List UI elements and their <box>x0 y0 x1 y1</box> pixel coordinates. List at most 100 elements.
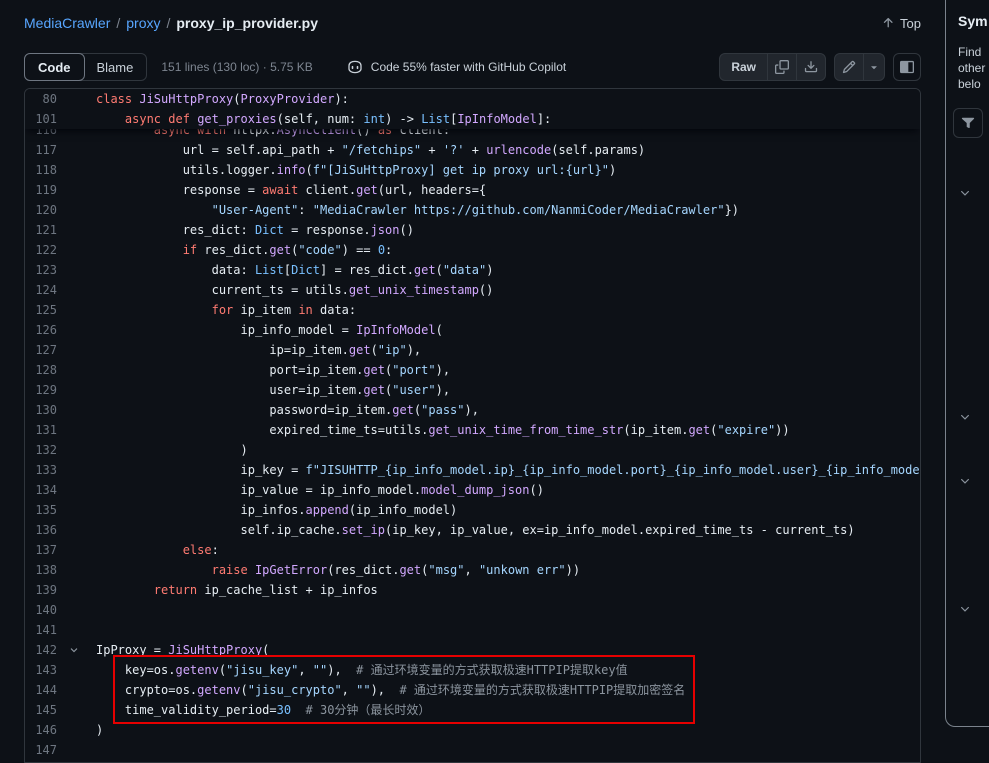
breadcrumb-dir-link[interactable]: proxy <box>126 15 160 31</box>
code-text: if res_dict.get("code") == 0: <box>96 240 920 260</box>
line-number[interactable]: 144 <box>25 680 57 700</box>
code-text: async def get_proxies(self, num: int) ->… <box>96 109 920 129</box>
symbols-filter-button[interactable] <box>953 108 983 138</box>
line-number[interactable]: 140 <box>25 600 57 620</box>
line-number[interactable]: 123 <box>25 260 57 280</box>
breadcrumb-file-name: proxy_ip_provider.py <box>176 15 318 31</box>
copilot-banner-text: Code 55% faster with GitHub Copilot <box>371 60 566 74</box>
code-text: class JiSuHttpProxy(ProxyProvider): <box>96 89 920 109</box>
code-line: 129 user=ip_item.get("user"), <box>25 380 920 400</box>
line-number[interactable]: 120 <box>25 200 57 220</box>
line-number[interactable]: 137 <box>25 540 57 560</box>
fold-spacer <box>57 500 96 520</box>
line-number[interactable]: 128 <box>25 360 57 380</box>
code-text: current_ts = utils.get_unix_timestamp() <box>96 280 920 300</box>
code-text: crypto=os.getenv("jisu_crypto", ""), # 通… <box>96 680 920 700</box>
code-line: 140 <box>25 600 920 620</box>
line-number[interactable]: 127 <box>25 340 57 360</box>
download-icon <box>804 60 818 74</box>
code-text: ) <box>96 440 920 460</box>
code-line: 131 expired_time_ts=utils.get_unix_time_… <box>25 420 920 440</box>
code-line: 146) <box>25 720 920 740</box>
line-number[interactable]: 139 <box>25 580 57 600</box>
code-text <box>96 740 920 760</box>
fold-spacer <box>57 300 96 320</box>
code-line: 138 raise IpGetError(res_dict.get("msg",… <box>25 560 920 580</box>
sticky-context-lines: 80 class JiSuHttpProxy(ProxyProvider): 101… <box>25 89 920 129</box>
line-number[interactable]: 121 <box>25 220 57 240</box>
code-text: self.ip_cache.set_ip(ip_key, ip_value, e… <box>96 520 920 540</box>
line-number[interactable]: 129 <box>25 380 57 400</box>
scroll-to-top-label: Top <box>900 16 921 31</box>
fold-spacer <box>57 360 96 380</box>
code-text: ip=ip_item.get("ip"), <box>96 340 920 360</box>
chevron-down-icon[interactable] <box>959 474 971 492</box>
line-number[interactable]: 126 <box>25 320 57 340</box>
code-line: 134 ip_value = ip_info_model.model_dump_… <box>25 480 920 500</box>
code-viewer: 80 class JiSuHttpProxy(ProxyProvider): 101… <box>24 88 921 763</box>
copy-raw-button[interactable] <box>767 53 797 81</box>
line-number[interactable]: 136 <box>25 520 57 540</box>
code-text <box>96 600 920 620</box>
line-number[interactable]: 138 <box>25 560 57 580</box>
code-line: 116 async with httpx.AsyncClient() as cl… <box>25 129 920 140</box>
line-number[interactable]: 119 <box>25 180 57 200</box>
line-number[interactable]: 116 <box>25 129 57 140</box>
code-line: 123 data: List[Dict] = res_dict.get("dat… <box>25 260 920 280</box>
line-number[interactable]: 131 <box>25 420 57 440</box>
partially-scrolled-line: 116 async with httpx.AsyncClient() as cl… <box>25 129 920 140</box>
code-line: 124 current_ts = utils.get_unix_timestam… <box>25 280 920 300</box>
chevron-down-icon[interactable] <box>959 186 971 204</box>
line-number[interactable]: 125 <box>25 300 57 320</box>
line-number[interactable]: 101 <box>25 109 57 129</box>
line-number[interactable]: 80 <box>25 89 57 109</box>
code-line: 142IpProxy = JiSuHttpProxy( <box>25 640 920 660</box>
edit-file-button[interactable] <box>834 53 864 81</box>
code-body: 116 async with httpx.AsyncClient() as cl… <box>25 129 920 760</box>
file-header-bar: MediaCrawler / proxy / proxy_ip_provider… <box>0 0 945 46</box>
line-number[interactable]: 118 <box>25 160 57 180</box>
copilot-icon <box>347 59 363 75</box>
line-number[interactable]: 117 <box>25 140 57 160</box>
github-code-view: MediaCrawler / proxy / proxy_ip_provider… <box>0 0 989 763</box>
line-number[interactable]: 146 <box>25 720 57 740</box>
line-number[interactable]: 142 <box>25 640 57 660</box>
chevron-down-icon[interactable] <box>959 602 971 620</box>
fold-spacer <box>57 129 96 140</box>
line-number[interactable]: 134 <box>25 480 57 500</box>
line-number[interactable]: 130 <box>25 400 57 420</box>
code-line: 127 ip=ip_item.get("ip"), <box>25 340 920 360</box>
line-number[interactable]: 141 <box>25 620 57 640</box>
code-line: 139 return ip_cache_list + ip_infos <box>25 580 920 600</box>
chevron-down-icon[interactable] <box>959 410 971 428</box>
code-text: ip_info_model = IpInfoModel( <box>96 320 920 340</box>
fold-spacer <box>57 720 96 740</box>
raw-button[interactable]: Raw <box>719 53 768 81</box>
line-number[interactable]: 124 <box>25 280 57 300</box>
line-number[interactable]: 132 <box>25 440 57 460</box>
breadcrumb-separator: / <box>166 15 170 31</box>
code-line: 125 for ip_item in data: <box>25 300 920 320</box>
breadcrumb-repo-link[interactable]: MediaCrawler <box>24 15 110 31</box>
tab-code[interactable]: Code <box>24 53 85 81</box>
line-number[interactable]: 143 <box>25 660 57 680</box>
line-number[interactable]: 147 <box>25 740 57 760</box>
code-text: ip_key = f"JISUHTTP_{ip_info_model.ip}_{… <box>96 460 920 480</box>
code-line: 128 port=ip_item.get("port"), <box>25 360 920 380</box>
code-line: 120 "User-Agent": "MediaCrawler https://… <box>25 200 920 220</box>
download-raw-button[interactable] <box>796 53 826 81</box>
code-text: ip_infos.append(ip_info_model) <box>96 500 920 520</box>
fold-chevron-down-icon[interactable] <box>57 640 96 660</box>
line-number[interactable]: 135 <box>25 500 57 520</box>
code-line: 132 ) <box>25 440 920 460</box>
line-number[interactable]: 133 <box>25 460 57 480</box>
symbols-panel-toggle-button[interactable] <box>893 53 921 81</box>
scroll-to-top-button[interactable]: Top <box>881 16 921 31</box>
line-number[interactable]: 122 <box>25 240 57 260</box>
tab-blame[interactable]: Blame <box>84 54 147 80</box>
line-number[interactable]: 145 <box>25 700 57 720</box>
triangle-down-icon <box>868 61 880 73</box>
sidebar-panel-icon <box>900 60 914 74</box>
fold-spacer <box>57 89 96 109</box>
edit-dropdown-button[interactable] <box>863 53 885 81</box>
